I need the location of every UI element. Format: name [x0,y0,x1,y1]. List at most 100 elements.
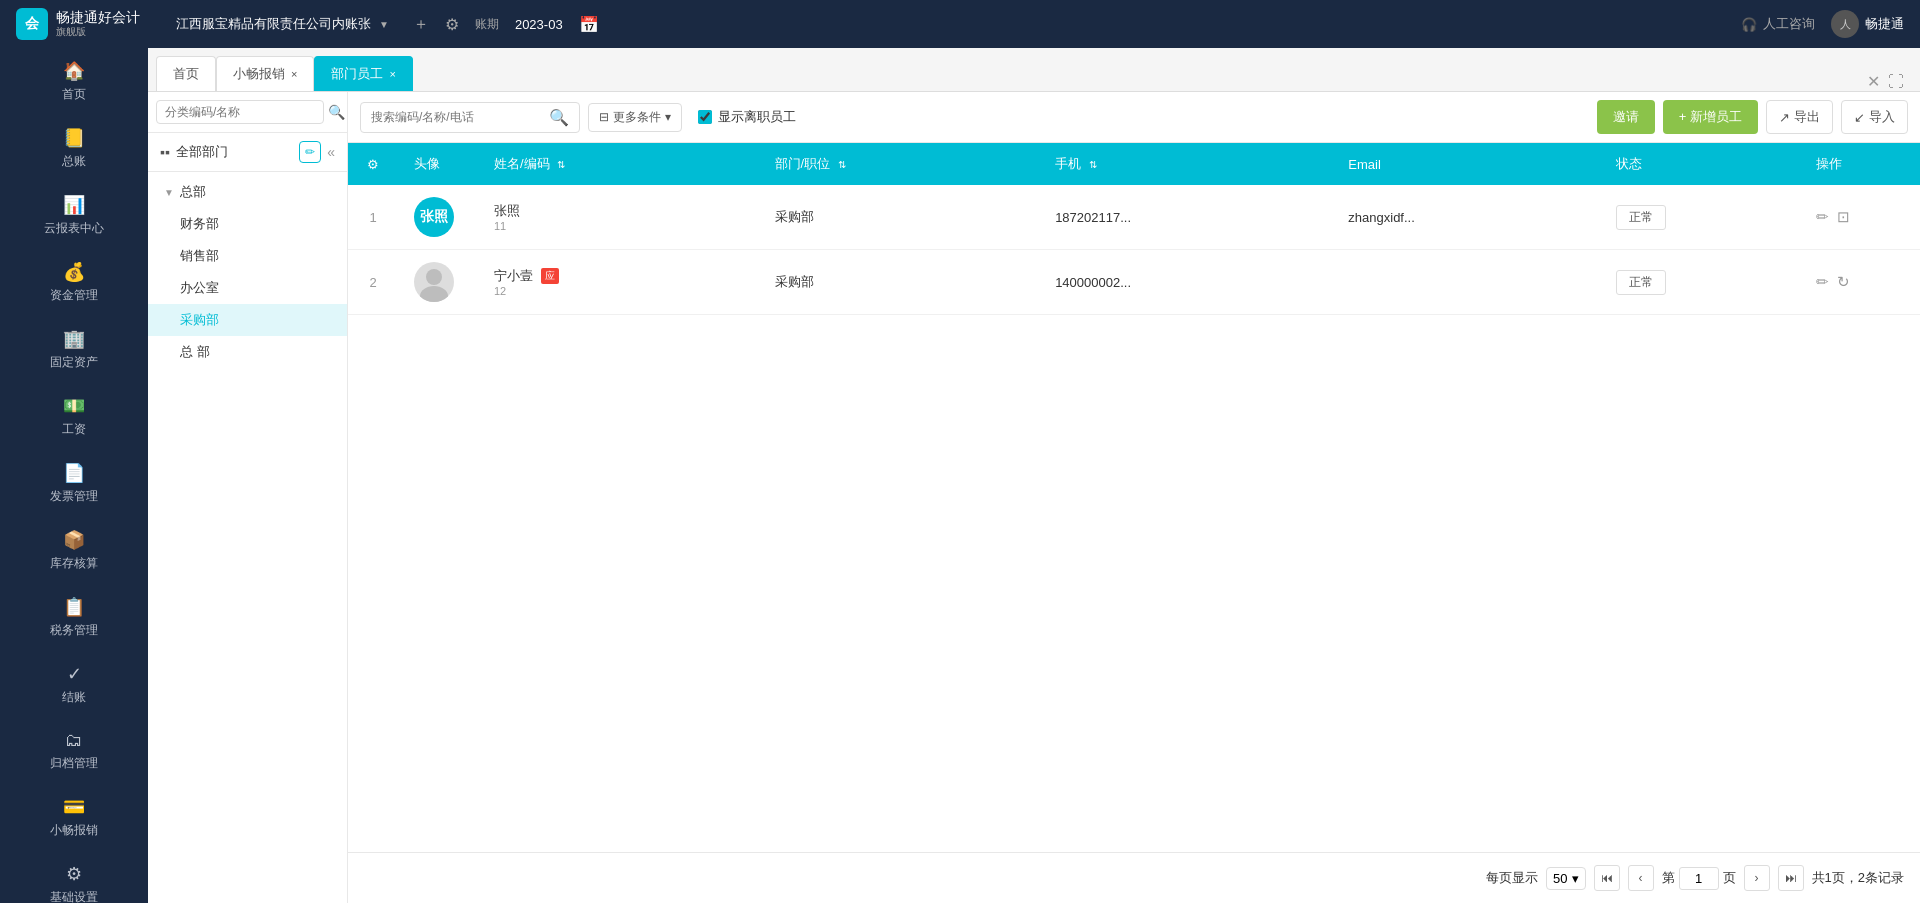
dept-tree-item-general[interactable]: 总 部 [148,336,347,368]
sidebar-item-reports[interactable]: 📊 云报表中心 [0,182,148,249]
show-resigned-checkbox[interactable] [698,110,712,124]
refresh-icon-2[interactable]: ↻ [1837,273,1850,291]
svg-point-0 [426,269,442,285]
company-selector[interactable]: 江西服宝精品有限责任公司内账张 ▼ [164,15,401,33]
add-employee-button[interactable]: + 新增员工 [1663,100,1758,134]
first-page-button[interactable]: ⏮ [1594,865,1620,891]
search-icon[interactable]: 🔍 [549,108,569,127]
user-area[interactable]: 人 畅捷通 [1831,10,1904,38]
sidebar-item-ledger[interactable]: 📒 总账 [0,115,148,182]
last-page-button[interactable]: ⏭ [1778,865,1804,891]
col-name[interactable]: 姓名/编码 ⇅ [478,143,759,185]
export-button[interactable]: ↗ 导出 [1766,100,1833,134]
next-page-button[interactable]: › [1744,865,1770,891]
expense-icon: 💳 [63,796,85,818]
table-row: 2 [348,250,1920,315]
sidebar-item-label: 税务管理 [50,622,98,639]
chevron-down-icon: ▼ [379,19,389,30]
filter-more-button[interactable]: ⊟ 更多条件 ▾ [588,103,682,132]
col-status: 状态 [1600,143,1800,185]
row-actions-2: ✏ ↻ [1800,250,1920,315]
import-button[interactable]: ↙ 导入 [1841,100,1908,134]
dept-edit-button[interactable]: ✏ [299,141,321,163]
dept-item-label: 采购部 [180,312,219,327]
filter-label: 更多条件 [613,109,661,126]
page-content: 🔍 ▪▪ 全部部门 ✏ « ▼ 总部 财务部 [148,92,1920,903]
sidebar-item-checkout[interactable]: ✓ 结账 [0,651,148,718]
dept-tree: ▼ 总部 财务部 销售部 办公室 采购部 [148,172,347,903]
checkout-icon: ✓ [67,663,82,685]
sidebar-item-label: 小畅报销 [50,822,98,839]
per-page-value: 50 [1553,871,1567,886]
all-dept-label: 全部部门 [176,143,293,161]
maximize-icon[interactable]: ⛶ [1888,73,1904,91]
sidebar-item-label: 资金管理 [50,287,98,304]
home-icon: 🏠 [63,60,85,82]
logout-icon-1[interactable]: ⊡ [1837,208,1850,226]
sidebar-item-label: 云报表中心 [44,220,104,237]
dept-item-label: 办公室 [180,280,219,295]
tab-dept-emp[interactable]: 部门员工 × [314,56,412,91]
add-icon[interactable]: ＋ [413,14,429,35]
sidebar-item-label: 工资 [62,421,86,438]
close-window-icon[interactable]: ✕ [1867,72,1880,91]
dept-tree-item-sales[interactable]: 销售部 [148,240,347,272]
employee-search-input[interactable] [371,110,543,124]
logo-icon: 会 [16,8,48,40]
service-button[interactable]: 🎧 人工咨询 [1741,15,1815,33]
per-page-select[interactable]: 50 ▾ [1546,867,1585,890]
col-phone[interactable]: 手机 ⇅ [1039,143,1332,185]
sidebar-item-inventory[interactable]: 📦 库存核算 [0,517,148,584]
sidebar-item-home[interactable]: 🏠 首页 [0,48,148,115]
tab-dept-emp-close-icon[interactable]: × [389,68,395,80]
dept-tree-item-headquarters[interactable]: ▼ 总部 [148,176,347,208]
tag-badge-2: 应 [541,268,559,284]
row-actions-1: ✏ ⊡ [1800,185,1920,250]
sidebar-item-label: 首页 [62,86,86,103]
calendar-icon[interactable]: 📅 [579,15,599,34]
tab-home[interactable]: 首页 [156,56,216,91]
employee-toolbar: 🔍 ⊟ 更多条件 ▾ 显示离职员工 邀请 + 新增员工 [348,92,1920,143]
dept-search-input[interactable] [156,100,324,124]
sidebar-item-assets[interactable]: 🏢 固定资产 [0,316,148,383]
row-avatar-1: 张照 [398,185,478,250]
col-dept[interactable]: 部门/职位 ⇅ [759,143,1040,185]
tab-expense-close-icon[interactable]: × [291,68,297,80]
sidebar-item-archive[interactable]: 🗂 归档管理 [0,718,148,784]
employee-search-box[interactable]: 🔍 [360,102,580,133]
col-actions: 操作 [1800,143,1920,185]
prev-page-button[interactable]: ‹ [1628,865,1654,891]
dept-tree-item-finance[interactable]: 财务部 [148,208,347,240]
sidebar-item-salary[interactable]: 💵 工资 [0,383,148,450]
pagination: 每页显示 50 ▾ ⏮ ‹ 第 页 › ⏭ 共1页，2条记录 [348,852,1920,903]
col-settings[interactable]: ⚙ [348,143,398,185]
sidebar-item-tax[interactable]: 📋 税务管理 [0,584,148,651]
headset-icon: 🎧 [1741,17,1757,32]
sidebar-item-settings[interactable]: ⚙ 基础设置 [0,851,148,903]
sidebar-item-expense[interactable]: 💳 小畅报销 [0,784,148,851]
tab-bar: 首页 小畅报销 × 部门员工 × ✕ ⛶ [148,48,1920,92]
page-unit-label: 页 [1723,869,1736,887]
dept-search-icon[interactable]: 🔍 [328,104,345,120]
dept-tree-item-office[interactable]: 办公室 [148,272,347,304]
edit-icon-1[interactable]: ✏ [1816,208,1829,226]
dept-item-label: 财务部 [180,216,219,231]
page-number-input[interactable] [1679,867,1719,890]
status-badge-1: 正常 [1616,205,1666,230]
dept-panel: 🔍 ▪▪ 全部部门 ✏ « ▼ 总部 财务部 [148,92,348,903]
sidebar-item-label: 发票管理 [50,488,98,505]
settings-icon[interactable]: ⚙ [445,15,459,34]
tab-expense[interactable]: 小畅报销 × [216,56,314,91]
edit-icon-2[interactable]: ✏ [1816,273,1829,291]
dept-tree-item-purchase[interactable]: 采购部 [148,304,347,336]
collapse-icon[interactable]: « [327,144,335,160]
sidebar-item-funds[interactable]: 💰 资金管理 [0,249,148,316]
export-label: 导出 [1794,108,1820,126]
top-actions: ＋ ⚙ 账期 2023-03 📅 [413,14,599,35]
table-row: 1 张照 张照 11 [348,185,1920,250]
row-email-1: zhangxidf... [1332,185,1600,250]
invite-button[interactable]: 邀请 [1597,100,1655,134]
sidebar-item-invoice[interactable]: 📄 发票管理 [0,450,148,517]
content-area: 首页 小畅报销 × 部门员工 × ✕ ⛶ 🔍 [148,48,1920,903]
sidebar: 🏠 首页 📒 总账 📊 云报表中心 💰 资金管理 🏢 固定资产 💵 工资 📄 发… [0,48,148,903]
